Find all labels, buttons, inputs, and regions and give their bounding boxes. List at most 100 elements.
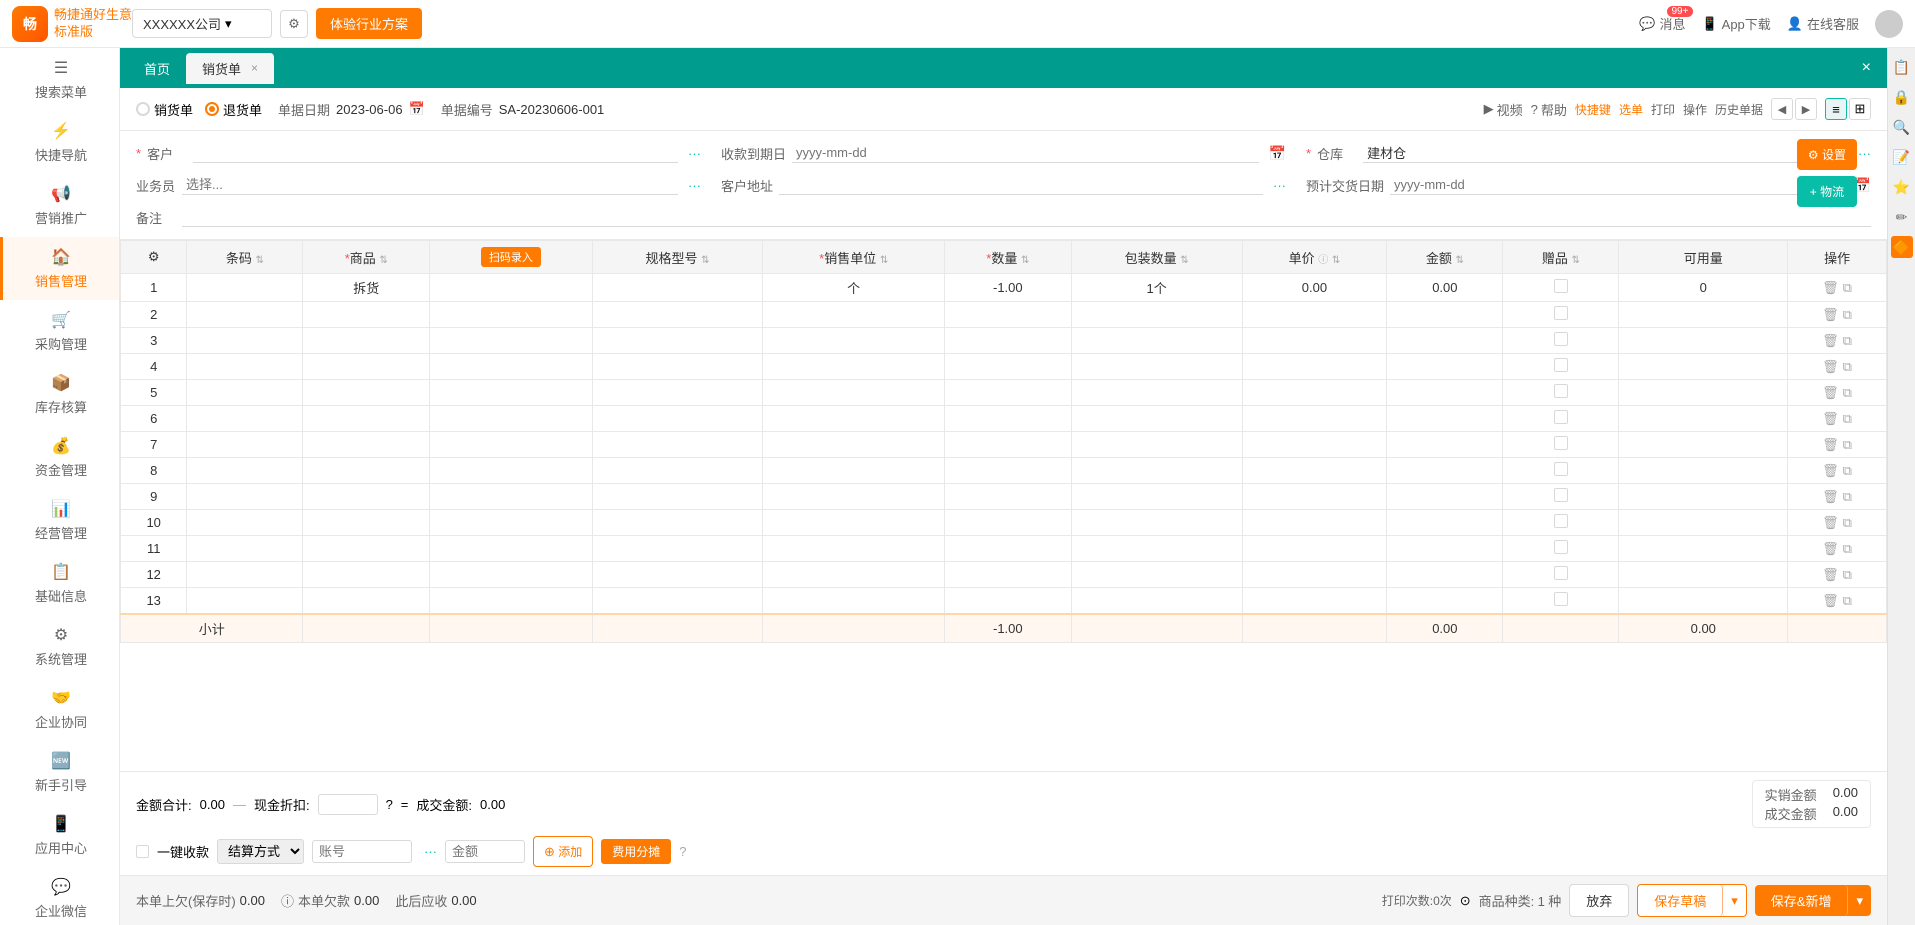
amount-input[interactable] — [445, 840, 525, 863]
copy-icon-10[interactable]: ⧉ — [1843, 515, 1852, 531]
sidebar-item-sales[interactable]: 🏠 销售管理 — [0, 237, 119, 300]
gift-checkbox-5[interactable] — [1554, 384, 1568, 398]
delete-icon-6[interactable]: 🗑 — [1822, 411, 1839, 427]
delete-icon-4[interactable]: 🗑 — [1822, 359, 1839, 375]
calendar-icon[interactable]: 📅 — [409, 101, 425, 117]
fee-split-button[interactable]: 费用分摊 — [601, 839, 671, 864]
app-download-button[interactable]: 📱 App下载 — [1701, 14, 1770, 33]
tab-close-icon[interactable]: × — [251, 61, 258, 75]
copy-icon-2[interactable]: ⧉ — [1843, 307, 1852, 323]
select-link[interactable]: 选单 — [1619, 101, 1643, 118]
gift-checkbox-8[interactable] — [1554, 462, 1568, 476]
print-link[interactable]: 打印 — [1651, 101, 1675, 118]
sidebar-item-quick-nav[interactable]: ⚡ 快捷导航 — [0, 111, 119, 174]
sidebar-item-marketing[interactable]: 📢 营销推广 — [0, 174, 119, 237]
sidebar-item-system[interactable]: ⚙ 系统管理 — [0, 615, 119, 678]
account-input[interactable] — [312, 840, 412, 863]
delete-icon-1[interactable]: 🗑 — [1822, 280, 1839, 296]
customer-input[interactable] — [193, 143, 678, 163]
addr-dots[interactable]: ··· — [1273, 178, 1286, 193]
customer-addr-input[interactable] — [779, 175, 1263, 195]
gift-checkbox-10[interactable] — [1554, 514, 1568, 528]
history-link[interactable]: 历史单据 — [1715, 101, 1763, 118]
sidebar-item-inventory[interactable]: 📦 库存核算 — [0, 363, 119, 426]
trial-button[interactable]: 体验行业方案 — [316, 8, 422, 39]
save-draft-button[interactable]: 保存草稿 — [1638, 885, 1723, 916]
save-draft-dropdown[interactable]: ▾ — [1723, 885, 1746, 916]
copy-icon-1[interactable]: ⧉ — [1843, 280, 1852, 296]
warehouse-input[interactable] — [1363, 143, 1848, 163]
account-dots[interactable]: ··· — [424, 844, 437, 859]
delete-icon-7[interactable]: 🗑 — [1822, 437, 1839, 453]
avatar[interactable] — [1875, 10, 1903, 38]
fee-help-icon[interactable]: ? — [679, 844, 686, 859]
delete-icon-2[interactable]: 🗑 — [1822, 307, 1839, 323]
save-new-dropdown[interactable]: ▾ — [1848, 885, 1871, 916]
copy-icon-5[interactable]: ⧉ — [1843, 385, 1852, 401]
view-list-icon[interactable]: ≡ — [1825, 98, 1847, 120]
operate-link[interactable]: 操作 — [1683, 101, 1707, 118]
settings-button[interactable]: ⚙ 设置 — [1797, 139, 1857, 170]
copy-icon-12[interactable]: ⧉ — [1843, 567, 1852, 583]
online-service-button[interactable]: 👤 在线客服 — [1787, 14, 1859, 33]
panel-icon-7[interactable]: 🔶 — [1891, 236, 1913, 258]
sidebar-item-finance[interactable]: 💰 资金管理 — [0, 426, 119, 489]
tab-sales-order[interactable]: 销货单 × — [186, 53, 274, 84]
gift-checkbox-7[interactable] — [1554, 436, 1568, 450]
col-scan[interactable]: 扫码录入 — [430, 241, 592, 274]
expected-date-input[interactable] — [1390, 175, 1844, 195]
panel-icon-4[interactable]: 📝 — [1891, 146, 1913, 168]
gift-checkbox-12[interactable] — [1554, 566, 1568, 580]
sidebar-item-operations[interactable]: 📊 经营管理 — [0, 489, 119, 552]
copy-icon-6[interactable]: ⧉ — [1843, 411, 1852, 427]
gift-checkbox-11[interactable] — [1554, 540, 1568, 554]
panel-icon-6[interactable]: ✏ — [1891, 206, 1913, 228]
delete-icon-10[interactable]: 🗑 — [1822, 515, 1839, 531]
delete-icon-11[interactable]: 🗑 — [1822, 541, 1839, 557]
view-grid-icon[interactable]: ⊞ — [1849, 98, 1871, 120]
copy-icon-8[interactable]: ⧉ — [1843, 463, 1852, 479]
calc-method-select[interactable]: 结算方式 — [217, 839, 304, 864]
gift-checkbox-3[interactable] — [1554, 332, 1568, 346]
copy-icon-13[interactable]: ⧉ — [1843, 593, 1852, 609]
copy-icon-3[interactable]: ⧉ — [1843, 333, 1852, 349]
sidebar-item-cooperation[interactable]: 🤝 企业协同 — [0, 678, 119, 741]
save-new-button[interactable]: 保存&新增 — [1755, 885, 1849, 916]
copy-icon-11[interactable]: ⧉ — [1843, 541, 1852, 557]
sidebar-item-purchase[interactable]: 🛒 采购管理 — [0, 300, 119, 363]
sidebar-item-guide[interactable]: 🆕 新手引导 — [0, 741, 119, 804]
col-settings[interactable]: ⚙ — [121, 241, 187, 274]
logistics-button[interactable]: + 物流 — [1797, 176, 1857, 207]
gift-checkbox-13[interactable] — [1554, 592, 1568, 606]
gift-checkbox-1[interactable] — [1554, 279, 1568, 293]
shortcut-link[interactable]: 快捷键 — [1575, 101, 1611, 118]
panel-icon-3[interactable]: 🔍 — [1891, 116, 1913, 138]
gift-checkbox-6[interactable] — [1554, 410, 1568, 424]
delete-icon-13[interactable]: 🗑 — [1822, 593, 1839, 609]
sidebar-item-basic[interactable]: 📋 基础信息 — [0, 552, 119, 615]
copy-icon-4[interactable]: ⧉ — [1843, 359, 1852, 375]
delete-icon-9[interactable]: 🗑 — [1822, 489, 1839, 505]
discount-input[interactable] — [318, 794, 378, 815]
salesperson-input[interactable] — [182, 175, 678, 195]
delete-icon-8[interactable]: 🗑 — [1822, 463, 1839, 479]
nav-next[interactable]: ▶ — [1795, 98, 1817, 120]
warehouse-dots[interactable]: ··· — [1858, 146, 1871, 161]
company-selector[interactable]: XXXXXX公司 ▾ — [132, 9, 272, 38]
panel-icon-5[interactable]: ⭐ — [1891, 176, 1913, 198]
delete-icon-12[interactable]: 🗑 — [1822, 567, 1839, 583]
delete-icon-5[interactable]: 🗑 — [1822, 385, 1839, 401]
panel-icon-1[interactable]: 📋 — [1891, 56, 1913, 78]
copy-icon-7[interactable]: ⧉ — [1843, 437, 1852, 453]
copy-icon-9[interactable]: ⧉ — [1843, 489, 1852, 505]
abandon-button[interactable]: 放弃 — [1569, 884, 1629, 917]
gift-checkbox-9[interactable] — [1554, 488, 1568, 502]
window-close-icon[interactable]: × — [1854, 59, 1879, 77]
settings-icon[interactable]: ⚙ — [280, 10, 308, 38]
delete-icon-3[interactable]: 🗑 — [1822, 333, 1839, 349]
tab-home[interactable]: 首页 — [128, 53, 186, 84]
panel-icon-2[interactable]: 🔒 — [1891, 86, 1913, 108]
message-button[interactable]: 💬 消息 99+ — [1639, 14, 1685, 33]
gift-checkbox-2[interactable] — [1554, 306, 1568, 320]
help-link[interactable]: ? 帮助 — [1531, 100, 1567, 119]
